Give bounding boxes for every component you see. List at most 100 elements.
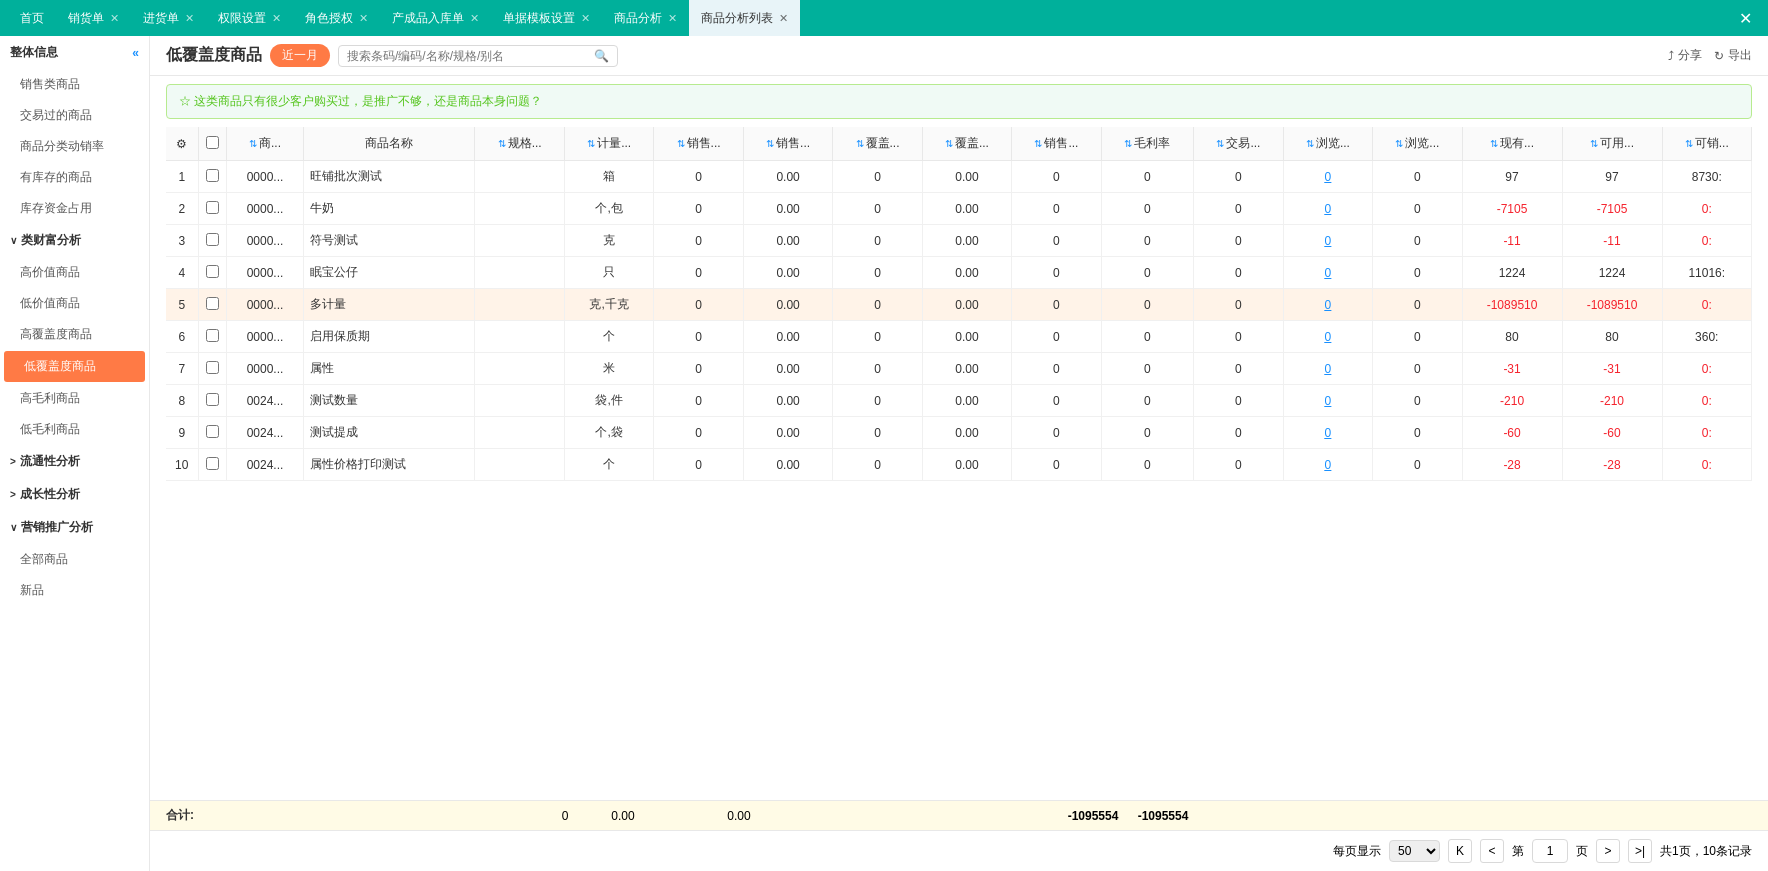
col-gross[interactable]: ⇅毛利率 [1101,127,1194,161]
sidebar-item-low-margin[interactable]: 低毛利商品 [0,414,149,445]
page-number-input[interactable] [1532,839,1568,863]
prev-page-button[interactable]: < [1480,839,1504,863]
cell-browse1[interactable]: 0 [1283,257,1372,289]
cell-browse1[interactable]: 0 [1283,161,1372,193]
cell-checkbox[interactable] [198,417,226,449]
col-available[interactable]: ⇅可用... [1562,127,1662,161]
row-checkbox[interactable] [206,393,219,406]
row-checkbox[interactable] [206,425,219,438]
cell-checkbox[interactable] [198,353,226,385]
row-checkbox[interactable] [206,233,219,246]
sidebar-item-low-value[interactable]: 低价值商品 [0,288,149,319]
row-checkbox[interactable] [206,457,219,470]
nav-finished-goods[interactable]: 产成品入库单 ✕ [380,0,491,36]
export-button[interactable]: ↻ 导出 [1714,47,1752,64]
col-browse2[interactable]: ⇅浏览... [1373,127,1462,161]
nav-purchase[interactable]: 进货单 ✕ [131,0,206,36]
cell-browse1[interactable]: 0 [1283,449,1372,481]
sku-analysis-section[interactable]: ∨ 类财富分析 [0,224,149,257]
cell-checkbox[interactable] [198,385,226,417]
sidebar-item-sales-products[interactable]: 销售类商品 [0,69,149,100]
nav-template[interactable]: 单据模板设置 ✕ [491,0,602,36]
close-icon[interactable]: ✕ [581,12,590,25]
first-page-button[interactable]: K [1448,839,1472,863]
col-cover2[interactable]: ⇅覆盖... [922,127,1011,161]
row-checkbox[interactable] [206,329,219,342]
sidebar-item-high-margin[interactable]: 高毛利商品 [0,383,149,414]
cell-browse1[interactable]: 0 [1283,321,1372,353]
nav-permissions[interactable]: 权限设置 ✕ [206,0,293,36]
cell-checkbox[interactable] [198,193,226,225]
col-unit[interactable]: ⇅计量... [564,127,653,161]
sidebar-item-inventory-funds[interactable]: 库存资金占用 [0,193,149,224]
nav-roles[interactable]: 角色授权 ✕ [293,0,380,36]
cell-spec [475,321,564,353]
sidebar-collapse-btn[interactable]: 整体信息 « [0,36,149,69]
next-page-button[interactable]: > [1596,839,1620,863]
cell-browse1[interactable]: 0 [1283,193,1372,225]
cell-checkbox[interactable] [198,449,226,481]
close-icon[interactable]: ✕ [779,12,788,25]
nav-product-analysis[interactable]: 商品分析 ✕ [602,0,689,36]
cell-browse1[interactable]: 0 [1283,225,1372,257]
cell-browse1[interactable]: 0 [1283,289,1372,321]
sidebar-item-new-products[interactable]: 新品 [0,575,149,606]
col-checkbox[interactable] [198,127,226,161]
filter-button[interactable]: 近一月 [270,44,330,67]
close-icon[interactable]: ✕ [110,12,119,25]
sidebar-item-low-coverage[interactable]: 低覆盖度商品 [4,351,145,382]
col-sales2[interactable]: ⇅销售... [743,127,832,161]
col-browse1[interactable]: ⇅浏览... [1283,127,1372,161]
close-icon[interactable]: ✕ [185,12,194,25]
col-sales3[interactable]: ⇅销售... [1012,127,1101,161]
close-all-button[interactable]: ✕ [1731,9,1760,28]
cell-trans: 0 [1194,321,1283,353]
col-current[interactable]: ⇅现有... [1462,127,1562,161]
sidebar-item-traded-products[interactable]: 交易过的商品 [0,100,149,131]
last-page-button[interactable]: >| [1628,839,1652,863]
cell-checkbox[interactable] [198,321,226,353]
row-checkbox[interactable] [206,297,219,310]
sidebar-item-all-products[interactable]: 全部商品 [0,544,149,575]
nav-product-analysis-list[interactable]: 商品分析列表 ✕ [689,0,800,36]
cell-checkbox[interactable] [198,257,226,289]
search-icon[interactable]: 🔍 [594,49,609,63]
col-cover1[interactable]: ⇅覆盖... [833,127,922,161]
sidebar-item-high-value[interactable]: 高价值商品 [0,257,149,288]
col-spec[interactable]: ⇅规格... [475,127,564,161]
flow-analysis-section[interactable]: > 流通性分析 [0,445,149,478]
close-icon[interactable]: ✕ [359,12,368,25]
share-button[interactable]: ⤴ 分享 [1668,47,1702,64]
cell-checkbox[interactable] [198,225,226,257]
cell-browse1[interactable]: 0 [1283,417,1372,449]
col-code[interactable]: ⇅商... [226,127,304,161]
col-sales1[interactable]: ⇅销售... [654,127,743,161]
cell-browse1[interactable]: 0 [1283,385,1372,417]
sidebar-item-in-stock[interactable]: 有库存的商品 [0,162,149,193]
marketing-analysis-section[interactable]: ∨ 营销推广分析 [0,511,149,544]
row-checkbox[interactable] [206,265,219,278]
row-checkbox[interactable] [206,361,219,374]
cell-saleable: 0: [1662,385,1752,417]
sidebar-item-category-turnover[interactable]: 商品分类动销率 [0,131,149,162]
close-icon[interactable]: ✕ [272,12,281,25]
cell-browse1[interactable]: 0 [1283,353,1372,385]
nav-sales[interactable]: 销货单 ✕ [56,0,131,36]
nav-home[interactable]: 首页 [8,0,56,36]
per-page-select[interactable]: 50 20 100 [1389,840,1440,862]
cell-checkbox[interactable] [198,161,226,193]
sidebar-item-high-coverage[interactable]: 高覆盖度商品 [0,319,149,350]
row-checkbox[interactable] [206,201,219,214]
close-icon[interactable]: ✕ [668,12,677,25]
col-name[interactable]: 商品名称 [304,127,475,161]
col-trans[interactable]: ⇅交易... [1194,127,1283,161]
growth-analysis-section[interactable]: > 成长性分析 [0,478,149,511]
search-input[interactable] [347,49,590,63]
cell-checkbox[interactable] [198,289,226,321]
col-settings[interactable]: ⚙ [166,127,198,161]
select-all-checkbox[interactable] [206,136,219,149]
close-icon[interactable]: ✕ [470,12,479,25]
collapse-icon[interactable]: « [132,46,139,60]
col-saleable[interactable]: ⇅可销... [1662,127,1752,161]
row-checkbox[interactable] [206,169,219,182]
